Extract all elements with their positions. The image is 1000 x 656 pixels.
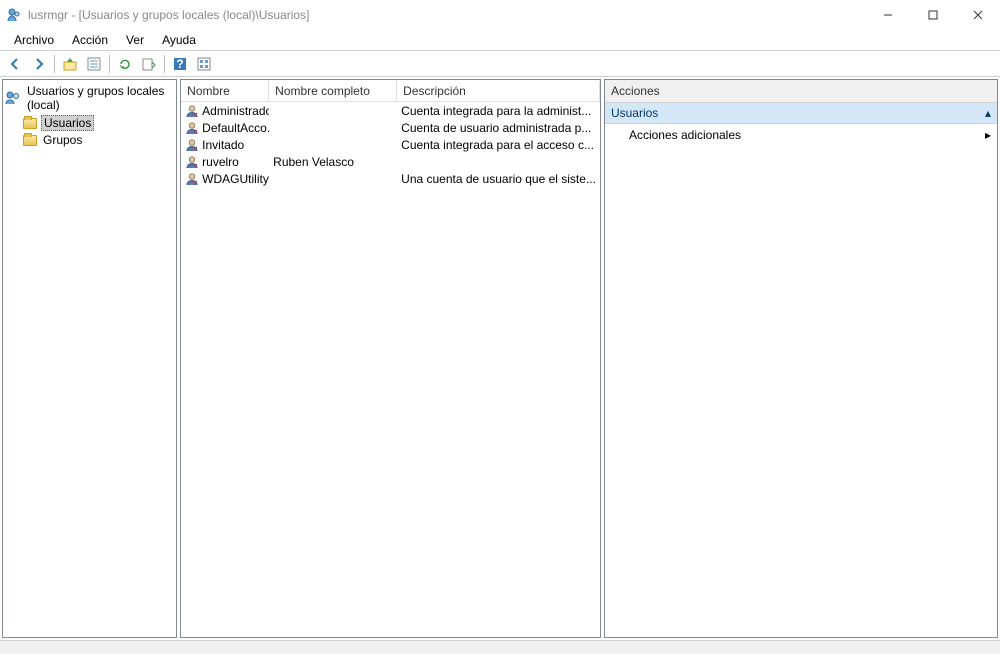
list-body: Administrador Cuenta integrada para la ad…	[181, 102, 600, 637]
user-description: Cuenta integrada para el acceso c...	[397, 138, 600, 152]
titlebar: lusrmgr - [Usuarios y grupos locales (lo…	[0, 0, 1000, 30]
list-row[interactable]: WDAGUtility... Una cuenta de usuario que …	[181, 170, 600, 187]
menu-action[interactable]: Acción	[64, 31, 116, 49]
folder-icon	[23, 118, 37, 129]
list-row[interactable]: ruvelro Ruben Velasco	[181, 153, 600, 170]
user-name: WDAGUtility...	[202, 172, 269, 186]
actions-section-label: Usuarios	[611, 106, 658, 120]
tree-root[interactable]: Usuarios y grupos locales (local)	[5, 82, 174, 114]
menu-file[interactable]: Archivo	[6, 31, 62, 49]
help-button[interactable]: ?	[169, 53, 191, 75]
list-row[interactable]: Invitado Cuenta integrada para el acceso …	[181, 136, 600, 153]
forward-button[interactable]	[28, 53, 50, 75]
user-icon	[185, 155, 199, 169]
actions-pane: Acciones Usuarios ▴ Acciones adicionales…	[604, 79, 998, 638]
actions-section[interactable]: Usuarios ▴	[605, 103, 997, 124]
tree-item-users[interactable]: Usuarios	[5, 114, 174, 132]
statusbar	[0, 640, 1000, 654]
user-name: ruvelro	[202, 155, 239, 169]
user-icon	[185, 138, 199, 152]
minimize-button[interactable]	[865, 0, 910, 30]
user-name: DefaultAcco...	[202, 121, 269, 135]
menu-view[interactable]: Ver	[118, 31, 152, 49]
chevron-right-icon: ▸	[985, 128, 991, 142]
content-area: Usuarios y grupos locales (local) Usuari…	[0, 77, 1000, 640]
close-button[interactable]	[955, 0, 1000, 30]
col-header-fullname[interactable]: Nombre completo	[269, 81, 397, 101]
view-button[interactable]	[193, 53, 215, 75]
properties-button[interactable]	[83, 53, 105, 75]
export-button[interactable]	[138, 53, 160, 75]
window-controls	[865, 0, 1000, 30]
user-icon	[185, 172, 199, 186]
users-groups-icon	[5, 90, 21, 106]
user-icon	[185, 121, 199, 135]
user-icon	[185, 104, 199, 118]
list-header: Nombre Nombre completo Descripción	[181, 80, 600, 102]
user-fullname: Ruben Velasco	[269, 155, 397, 169]
menubar: Archivo Acción Ver Ayuda	[0, 30, 1000, 50]
tree-item-groups[interactable]: Grupos	[5, 132, 174, 148]
folder-icon	[23, 135, 37, 146]
col-header-name[interactable]: Nombre	[181, 81, 269, 101]
actions-additional[interactable]: Acciones adicionales ▸	[605, 124, 997, 146]
actions-header: Acciones	[605, 80, 997, 103]
collapse-icon: ▴	[985, 106, 991, 120]
back-button[interactable]	[4, 53, 26, 75]
toolbar: ?	[0, 51, 1000, 77]
menu-help[interactable]: Ayuda	[154, 31, 204, 49]
tree-pane: Usuarios y grupos locales (local) Usuari…	[2, 79, 177, 638]
list-row[interactable]: Administrador Cuenta integrada para la ad…	[181, 102, 600, 119]
user-description: Cuenta integrada para la administ...	[397, 104, 600, 118]
user-description: Una cuenta de usuario que el siste...	[397, 172, 600, 186]
window-title: lusrmgr - [Usuarios y grupos locales (lo…	[28, 8, 865, 22]
refresh-button[interactable]	[114, 53, 136, 75]
app-icon	[6, 7, 22, 23]
list-row[interactable]: DefaultAcco... Cuenta de usuario administ…	[181, 119, 600, 136]
user-name: Invitado	[202, 138, 244, 152]
list-pane: Nombre Nombre completo Descripción Admin…	[180, 79, 601, 638]
maximize-button[interactable]	[910, 0, 955, 30]
tree-users-label: Usuarios	[41, 115, 94, 131]
user-description: Cuenta de usuario administrada p...	[397, 121, 600, 135]
tree-root-label: Usuarios y grupos locales (local)	[25, 84, 174, 112]
up-button[interactable]	[59, 53, 81, 75]
user-name: Administrador	[202, 104, 269, 118]
svg-text:?: ?	[176, 57, 183, 71]
tree-groups-label: Grupos	[41, 133, 84, 147]
col-header-description[interactable]: Descripción	[397, 81, 600, 101]
actions-additional-label: Acciones adicionales	[629, 128, 741, 142]
